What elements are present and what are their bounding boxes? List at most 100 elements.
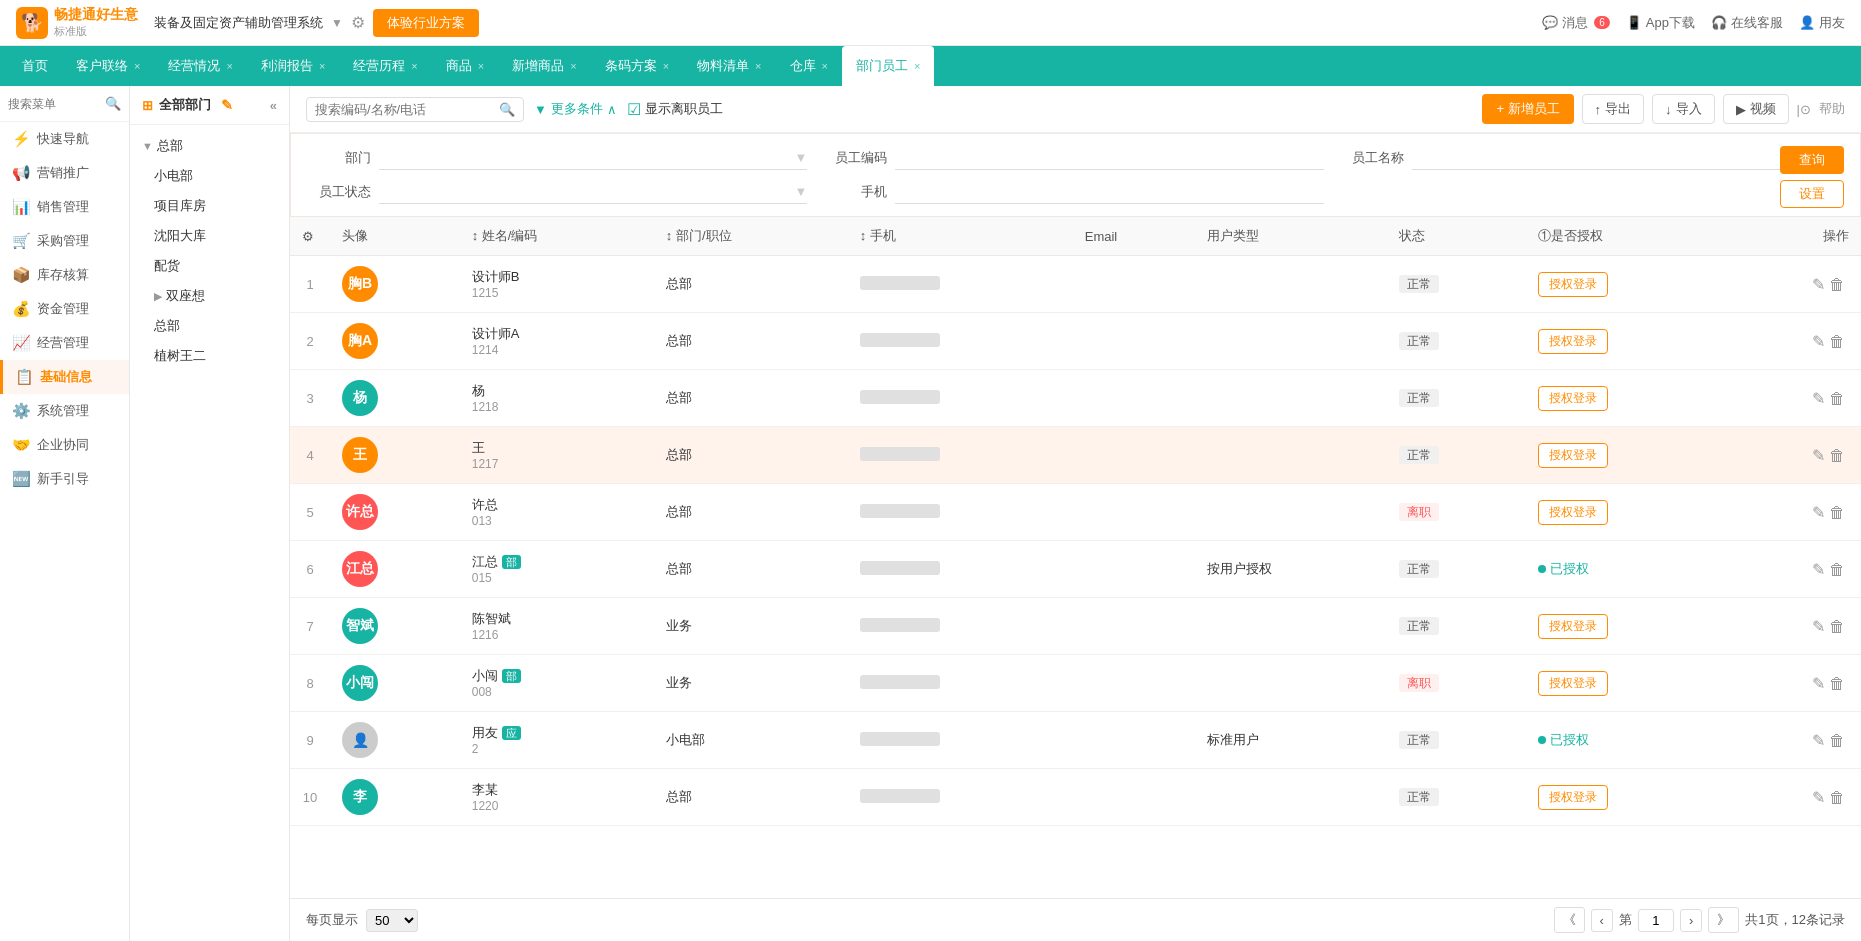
- search-button[interactable]: 查询: [1780, 146, 1844, 174]
- auth-button[interactable]: 授权登录: [1538, 500, 1608, 525]
- gear-icon[interactable]: ⚙: [351, 13, 365, 32]
- dept-node-xiaodian[interactable]: 小电部: [130, 161, 289, 191]
- sidebar-item-quick-nav[interactable]: ⚡ 快速导航: [0, 122, 129, 156]
- close-icon[interactable]: ×: [822, 60, 828, 72]
- sidebar-item-marketing[interactable]: 📢 营销推广: [0, 156, 129, 190]
- dept-node-head[interactable]: ▼ 总部: [130, 131, 289, 161]
- sidebar-search-input[interactable]: [8, 97, 101, 111]
- import-button[interactable]: ↓ 导入: [1652, 94, 1715, 124]
- search-input[interactable]: [315, 102, 495, 117]
- edit-icon[interactable]: ✎: [1812, 561, 1825, 578]
- last-page-btn[interactable]: 》: [1708, 907, 1739, 933]
- page-number-input[interactable]: [1638, 909, 1674, 932]
- dept-node-zongbu[interactable]: 总部: [130, 311, 289, 341]
- next-page-btn[interactable]: ›: [1680, 909, 1702, 932]
- first-page-btn[interactable]: 《: [1554, 907, 1585, 933]
- sidebar-item-guide[interactable]: 🆕 新手引导: [0, 462, 129, 496]
- delete-icon[interactable]: 🗑: [1829, 561, 1845, 578]
- tab-bom[interactable]: 物料清单 ×: [683, 46, 775, 86]
- tab-warehouse[interactable]: 仓库 ×: [776, 46, 842, 86]
- dept-node-zhishu[interactable]: 植树王二: [130, 341, 289, 371]
- dept-node-project[interactable]: 项目库房: [130, 191, 289, 221]
- dept-edit-icon[interactable]: ✎: [221, 97, 233, 113]
- sidebar-item-operations[interactable]: 📈 经营管理: [0, 326, 129, 360]
- close-icon[interactable]: ×: [570, 60, 576, 72]
- emp-name-input[interactable]: [1412, 146, 1840, 170]
- close-icon[interactable]: ×: [755, 60, 761, 72]
- help-label[interactable]: 帮助: [1819, 100, 1845, 118]
- chevron-down-icon[interactable]: ▼: [331, 16, 343, 30]
- help-icon[interactable]: |⊙: [1797, 102, 1811, 117]
- delete-icon[interactable]: 🗑: [1829, 618, 1845, 635]
- delete-icon[interactable]: 🗑: [1829, 732, 1845, 749]
- dept-node-peihuo[interactable]: 配货: [130, 251, 289, 281]
- dept-node-shuangzuo[interactable]: ▶ 双座想: [130, 281, 289, 311]
- tab-history[interactable]: 经营历程 ×: [339, 46, 431, 86]
- tab-home[interactable]: 首页: [8, 46, 62, 86]
- sidebar-item-collab[interactable]: 🤝 企业协同: [0, 428, 129, 462]
- tab-customer[interactable]: 客户联络 ×: [62, 46, 154, 86]
- sidebar-item-purchase[interactable]: 🛒 采购管理: [0, 224, 129, 258]
- edit-icon[interactable]: ✎: [1812, 390, 1825, 407]
- auth-button[interactable]: 授权登录: [1538, 614, 1608, 639]
- close-icon[interactable]: ×: [663, 60, 669, 72]
- page-size-select[interactable]: 50 100: [366, 909, 418, 932]
- status-select[interactable]: ▼: [379, 180, 807, 204]
- close-icon[interactable]: ×: [914, 60, 920, 72]
- video-button[interactable]: ▶ 视频: [1723, 94, 1789, 124]
- tab-business[interactable]: 经营情况 ×: [154, 46, 246, 86]
- close-icon[interactable]: ×: [319, 60, 325, 72]
- edit-icon[interactable]: ✎: [1812, 732, 1825, 749]
- message-btn[interactable]: 💬 消息 6: [1542, 14, 1610, 32]
- auth-button[interactable]: 授权登录: [1538, 386, 1608, 411]
- auth-button[interactable]: 授权登录: [1538, 329, 1608, 354]
- more-filter-btn[interactable]: ▼ 更多条件 ∧: [534, 100, 617, 118]
- delete-icon[interactable]: 🗑: [1829, 789, 1845, 806]
- trial-button[interactable]: 体验行业方案: [373, 9, 479, 37]
- delete-icon[interactable]: 🗑: [1829, 447, 1845, 464]
- emp-code-input[interactable]: [895, 146, 1323, 170]
- app-download-btn[interactable]: 📱 App下载: [1626, 14, 1695, 32]
- edit-icon[interactable]: ✎: [1812, 618, 1825, 635]
- col-settings[interactable]: ⚙: [290, 217, 330, 256]
- edit-icon[interactable]: ✎: [1812, 276, 1825, 293]
- sidebar-item-inventory[interactable]: 📦 库存核算: [0, 258, 129, 292]
- sidebar-item-finance[interactable]: 💰 资金管理: [0, 292, 129, 326]
- edit-icon[interactable]: ✎: [1812, 504, 1825, 521]
- auth-button[interactable]: 授权登录: [1538, 443, 1608, 468]
- tab-department[interactable]: 部门员工 ×: [842, 46, 934, 86]
- tab-profit[interactable]: 利润报告 ×: [247, 46, 339, 86]
- delete-icon[interactable]: 🗑: [1829, 333, 1845, 350]
- add-employee-button[interactable]: + 新增员工: [1482, 94, 1573, 124]
- reset-button[interactable]: 设置: [1780, 180, 1844, 208]
- edit-icon[interactable]: ✎: [1812, 789, 1825, 806]
- export-button[interactable]: ↑ 导出: [1582, 94, 1645, 124]
- col-dept[interactable]: ↕ 部门/职位: [654, 217, 848, 256]
- dept-collapse-btn[interactable]: «: [270, 98, 277, 113]
- delete-icon[interactable]: 🗑: [1829, 390, 1845, 407]
- close-icon[interactable]: ×: [478, 60, 484, 72]
- sidebar-item-sales[interactable]: 📊 销售管理: [0, 190, 129, 224]
- user-menu[interactable]: 👤 用友: [1799, 14, 1845, 32]
- auth-button[interactable]: 授权登录: [1538, 785, 1608, 810]
- close-icon[interactable]: ×: [134, 60, 140, 72]
- col-name[interactable]: ↕ 姓名/编码: [460, 217, 654, 256]
- close-icon[interactable]: ×: [226, 60, 232, 72]
- edit-icon[interactable]: ✎: [1812, 333, 1825, 350]
- search-icon[interactable]: 🔍: [499, 102, 515, 117]
- tab-goods[interactable]: 商品 ×: [432, 46, 498, 86]
- prev-page-btn[interactable]: ‹: [1591, 909, 1613, 932]
- sidebar-item-system[interactable]: ⚙️ 系统管理: [0, 394, 129, 428]
- phone-input[interactable]: [895, 180, 1323, 204]
- dept-select[interactable]: ▼: [379, 146, 807, 170]
- delete-icon[interactable]: 🗑: [1829, 276, 1845, 293]
- edit-icon[interactable]: ✎: [1812, 675, 1825, 692]
- col-phone[interactable]: ↕ 手机: [848, 217, 1073, 256]
- delete-icon[interactable]: 🗑: [1829, 504, 1845, 521]
- dept-node-shenyang[interactable]: 沈阳大库: [130, 221, 289, 251]
- auth-button[interactable]: 授权登录: [1538, 272, 1608, 297]
- delete-icon[interactable]: 🗑: [1829, 675, 1845, 692]
- sidebar-item-basic-info[interactable]: 📋 基础信息: [0, 360, 129, 394]
- show-resigned-toggle[interactable]: ☑ 显示离职员工: [627, 100, 723, 119]
- online-service-btn[interactable]: 🎧 在线客服: [1711, 14, 1783, 32]
